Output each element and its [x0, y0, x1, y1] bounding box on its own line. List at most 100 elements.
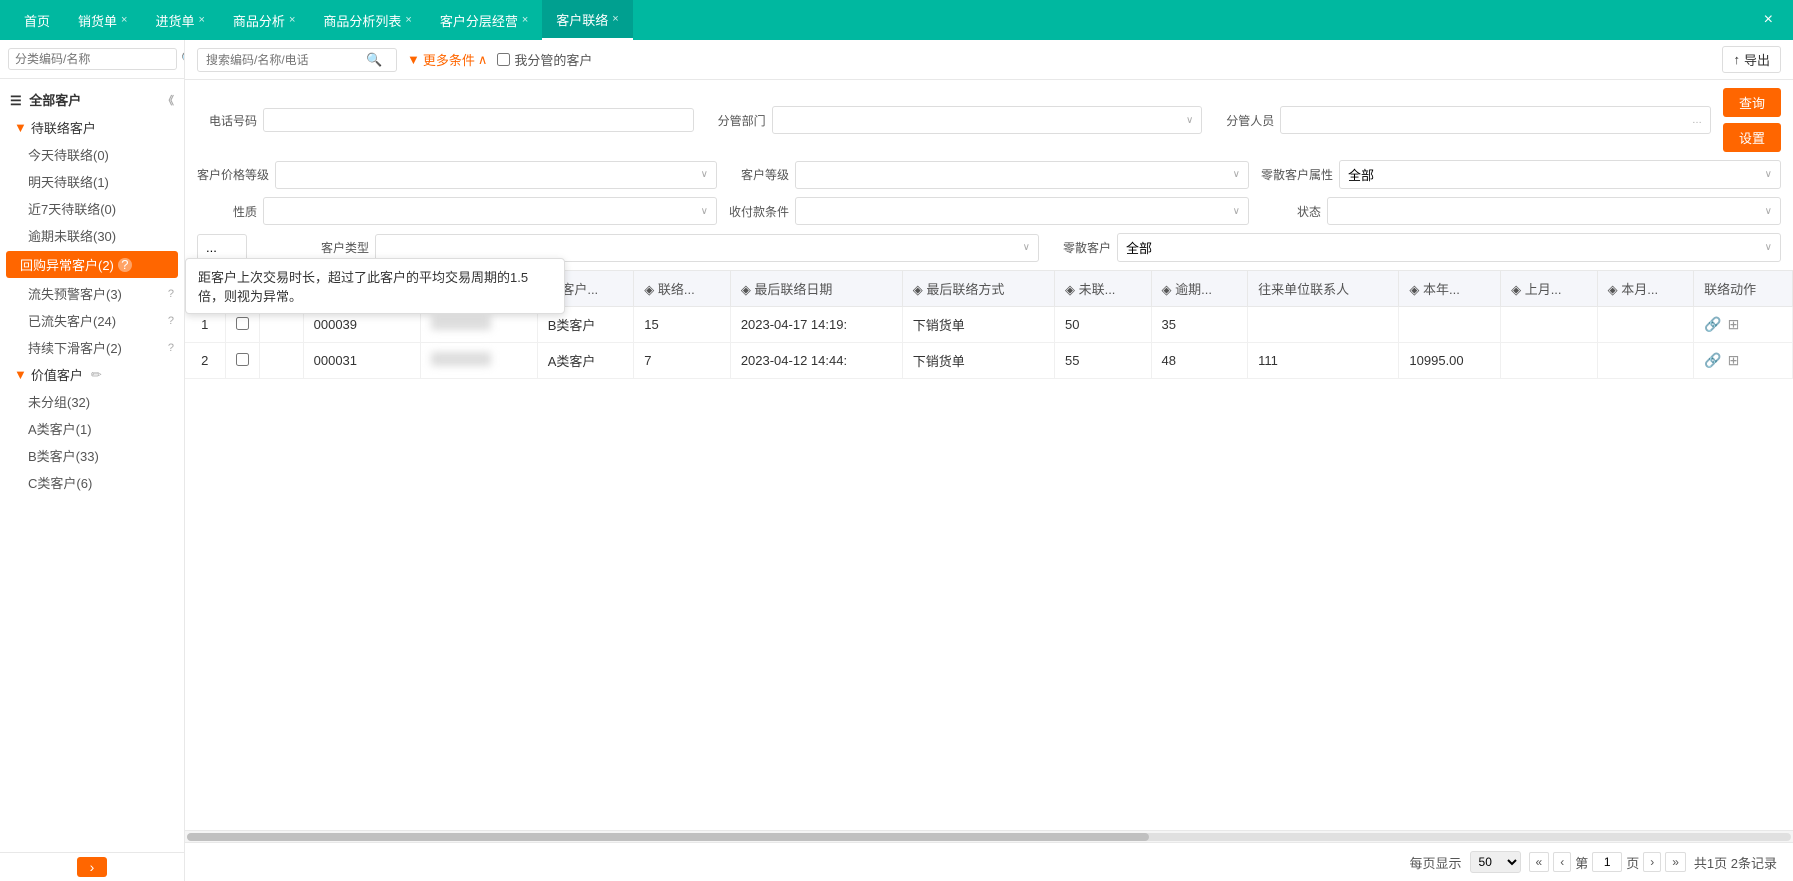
window-close-button[interactable]: × — [1754, 11, 1783, 29]
nav-sales[interactable]: 销货单 × — [64, 0, 141, 40]
help-icon-declining: ? — [168, 342, 174, 354]
retail-attr-select[interactable]: 全部 ∨ — [1339, 160, 1781, 189]
sidebar-item-7days[interactable]: 近7天待联络(0) — [0, 195, 184, 222]
cell-overdue: 35 — [1151, 307, 1248, 343]
my-customers-filter[interactable]: 我分管的客户 — [497, 50, 592, 69]
customer-level-select[interactable]: ∨ — [795, 161, 1249, 189]
sidebar-pending-group[interactable]: ▼ 待联络客户 — [0, 114, 184, 141]
retail-customer-select[interactable]: 全部 ∨ — [1117, 233, 1781, 262]
sidebar-item-repeat-purchase[interactable]: 回购异常客户(2) ? — [6, 251, 178, 278]
main-search-input[interactable] — [206, 53, 366, 67]
price-level-select[interactable]: ∨ — [275, 161, 717, 189]
col-last-month: ◈ 上月... — [1501, 271, 1598, 307]
sidebar-item-declining[interactable]: 持续下滑客户(2) ? — [0, 334, 184, 361]
cell-action: 🔗 ⊞ — [1694, 307, 1793, 343]
value-group-edit-icon[interactable]: ✏ — [91, 367, 102, 383]
cell-uncontacted: 55 — [1054, 343, 1151, 379]
sidebar-value-group[interactable]: ▼ 价值客户 ✏ — [0, 361, 184, 388]
nav-analysis-list[interactable]: 商品分析列表 × — [309, 0, 425, 40]
sidebar-item-churned[interactable]: 已流失客户(24) ? — [0, 307, 184, 334]
repeat-purchase-help-icon[interactable]: ? — [118, 258, 132, 272]
main-search-icon[interactable]: 🔍 — [366, 52, 382, 68]
action-grid-icon[interactable]: ⊞ — [1728, 316, 1740, 333]
first-page-button[interactable]: « — [1529, 852, 1550, 872]
per-page-label: 每页显示 — [1410, 853, 1462, 872]
dept-select[interactable]: ∨ — [772, 106, 1203, 134]
retail-attr-label: 零散客户属性 — [1261, 166, 1333, 183]
sidebar-search-area: 🔍 — [0, 40, 184, 79]
main-search-wrap: 🔍 — [197, 48, 397, 72]
sidebar-item-today[interactable]: 今天待联络(0) — [0, 141, 184, 168]
row-checkbox[interactable] — [236, 317, 249, 330]
gender-select[interactable]: ∨ — [263, 197, 717, 225]
contact-method-link[interactable]: 下销货单 — [913, 318, 965, 333]
customer-type-chevron-icon: ∨ — [1023, 242, 1030, 253]
row-checkbox[interactable] — [236, 353, 249, 366]
filter-retail-attr: 零散客户属性 全部 ∨ — [1261, 160, 1781, 189]
scroll-thumb[interactable] — [187, 833, 1149, 841]
scroll-track — [187, 833, 1791, 841]
cell-this-month — [1597, 343, 1694, 379]
page-nav: « ‹ 第 页 › » — [1529, 852, 1686, 872]
filter-dept: 分管部门 ∨ — [706, 106, 1203, 134]
value-triangle-icon: ▼ — [14, 367, 27, 382]
prev-page-button[interactable]: ‹ — [1553, 852, 1571, 872]
status-select[interactable]: ∨ — [1327, 197, 1781, 225]
col-this-month: ◈ 本月... — [1597, 271, 1694, 307]
col-overdue: ◈ 逾期... — [1151, 271, 1248, 307]
sidebar-item-a-class[interactable]: A类客户(1) — [0, 415, 184, 442]
per-page-select[interactable]: 50 20 100 — [1470, 851, 1521, 873]
nav-analysis-close[interactable]: × — [289, 14, 295, 26]
nav-analysis[interactable]: 商品分析 × — [219, 0, 309, 40]
query-button[interactable]: 查询 — [1723, 88, 1781, 117]
table-row: 2 000031 A类客户 7 2023-04-12 14:44: 下销货单 5… — [185, 343, 1793, 379]
cell-this-month — [1597, 307, 1694, 343]
sidebar-toggle-button[interactable]: › — [77, 857, 107, 877]
page-text-label: 第 — [1575, 853, 1588, 872]
nav-analysis-list-close[interactable]: × — [405, 14, 411, 26]
horizontal-scrollbar[interactable] — [185, 830, 1793, 842]
col-this-year: ◈ 本年... — [1399, 271, 1501, 307]
sidebar-item-overdue[interactable]: 逾期未联络(30) — [0, 222, 184, 249]
nav-crm-contact[interactable]: 客户联络 × — [542, 0, 632, 40]
sidebar-all-customers[interactable]: ☰ 全部客户 《 — [0, 85, 184, 114]
phone-input[interactable] — [263, 108, 694, 132]
filter-price-level: 客户价格等级 ∨ — [197, 161, 717, 189]
action-link-icon[interactable]: 🔗 — [1704, 352, 1721, 369]
nav-purchase[interactable]: 进货单 × — [141, 0, 218, 40]
payment-select[interactable]: ∨ — [795, 197, 1249, 225]
col-uncontacted: ◈ 未联... — [1054, 271, 1151, 307]
nav-crm-segment[interactable]: 客户分层经营 × — [426, 0, 542, 40]
nav-sales-close[interactable]: × — [121, 14, 127, 26]
sidebar-item-b-class[interactable]: B类客户(33) — [0, 442, 184, 469]
action-link-icon[interactable]: 🔗 — [1704, 316, 1721, 333]
advanced-filter: 电话号码 分管部门 ∨ 分管人员 … — [185, 80, 1793, 271]
action-grid-icon[interactable]: ⊞ — [1728, 352, 1740, 369]
sidebar-item-c-class[interactable]: C类客户(6) — [0, 469, 184, 496]
export-button[interactable]: ↑ 导出 — [1722, 46, 1781, 73]
customer-level-label: 客户等级 — [729, 166, 789, 183]
more-conditions-button[interactable]: ▼ 更多条件 ∧ — [407, 50, 487, 69]
nav-purchase-close[interactable]: × — [198, 14, 204, 26]
page-number-input[interactable] — [1592, 852, 1622, 872]
sidebar-item-unclassified[interactable]: 未分组(32) — [0, 388, 184, 415]
filter-icon: ▼ — [407, 52, 420, 67]
nav-home[interactable]: 首页 — [10, 0, 64, 40]
last-page-button[interactable]: » — [1665, 852, 1686, 872]
sidebar: 🔍 ☰ 全部客户 《 ▼ 待联络客户 今天待联络(0) 明天待联络(1) — [0, 40, 185, 881]
nav-crm-contact-close[interactable]: × — [612, 13, 618, 25]
sidebar-item-tomorrow[interactable]: 明天待联络(1) — [0, 168, 184, 195]
nav-crm-segment-close[interactable]: × — [522, 14, 528, 26]
sidebar-item-churn-warning[interactable]: 流失预警客户(3) ? — [0, 280, 184, 307]
settings-button[interactable]: 设置 — [1723, 123, 1781, 152]
contact-method-link[interactable]: 下销货单 — [913, 354, 965, 369]
sidebar-search-input[interactable] — [8, 48, 177, 70]
page-suffix-label: 页 — [1626, 853, 1639, 872]
my-customers-checkbox[interactable] — [497, 53, 510, 66]
manager-label: 分管人员 — [1214, 112, 1274, 129]
next-page-button[interactable]: › — [1643, 852, 1661, 872]
manager-select[interactable]: … — [1280, 106, 1711, 134]
cell-name — [420, 343, 537, 379]
cell-customer-level: A类客户 — [537, 343, 634, 379]
payment-label: 收付款条件 — [729, 203, 789, 220]
